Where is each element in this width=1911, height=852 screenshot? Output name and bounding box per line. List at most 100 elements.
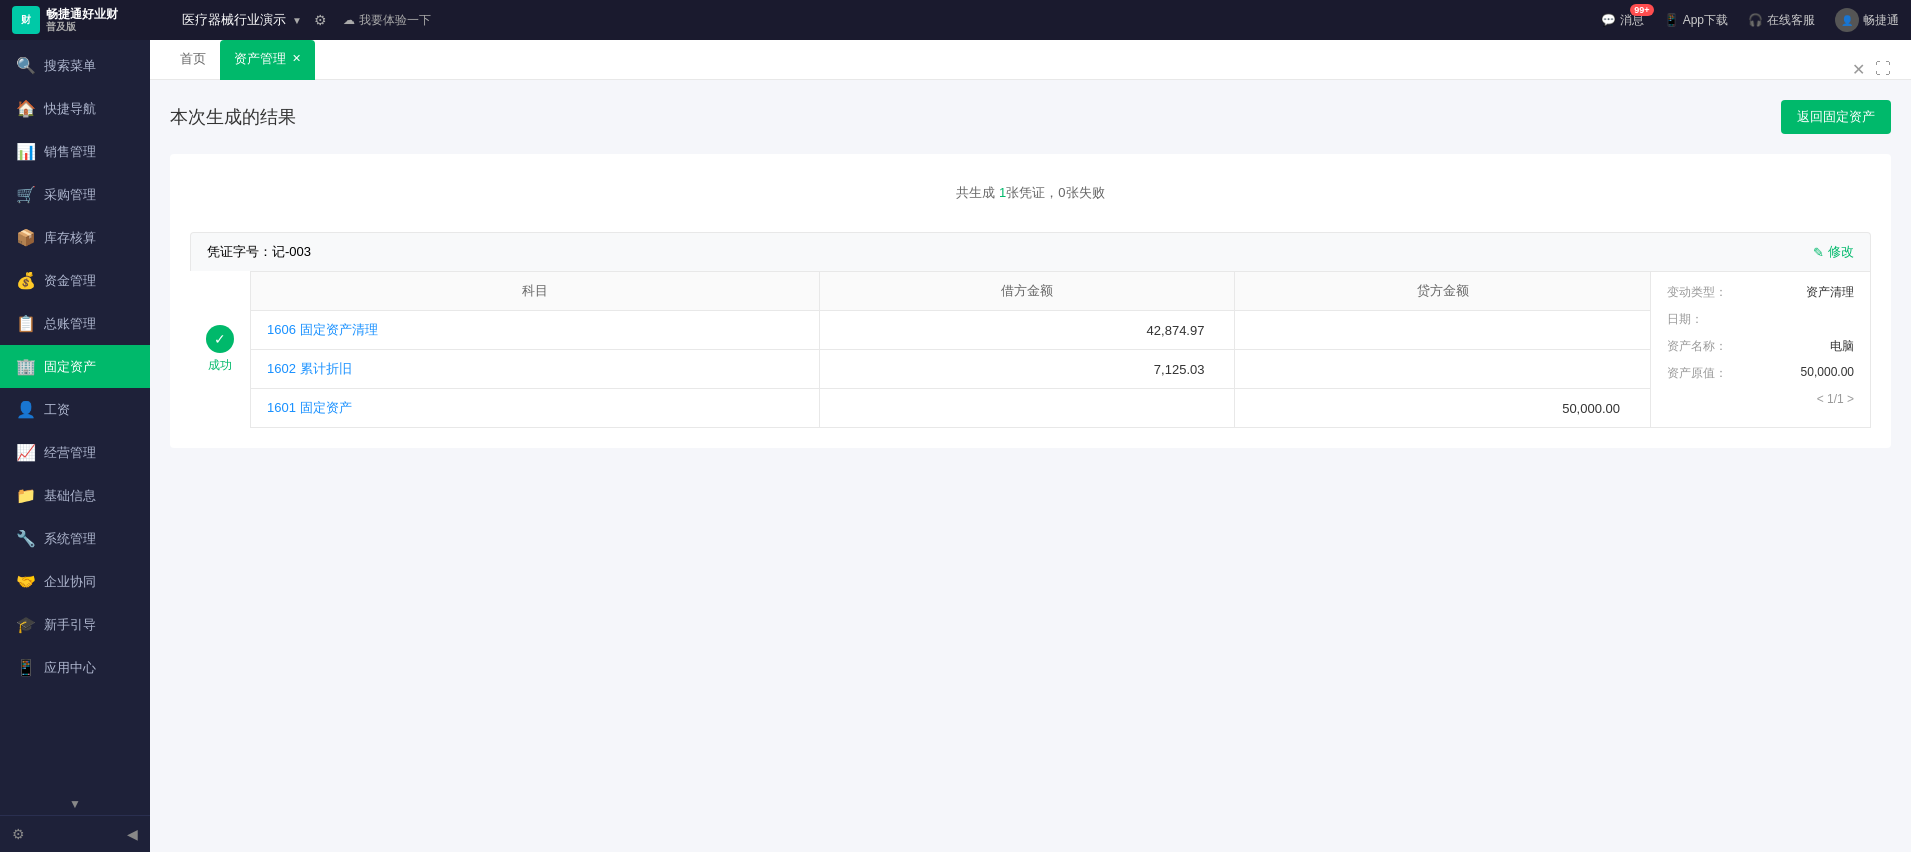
sidebar-item-ledger[interactable]: 📋 总账管理 — [0, 302, 150, 345]
sidebar-item-enterprise[interactable]: 🤝 企业协同 — [0, 560, 150, 603]
company-name: 医疗器械行业演示 — [182, 11, 286, 29]
company-selector[interactable]: 医疗器械行业演示 ▼ — [182, 11, 302, 29]
trial-button[interactable]: ☁ 我要体验一下 — [343, 12, 431, 29]
page-content: 本次生成的结果 返回固定资产 共生成 1张凭证，0张失败 凭证字号：记-003 … — [150, 80, 1911, 852]
building-icon: 🏢 — [16, 357, 34, 376]
pagination: < 1/1 > — [1667, 392, 1854, 406]
sidebar-scroll-down[interactable]: ▼ — [0, 793, 150, 815]
voucher-header: 凭证字号：记-003 ✎ 修改 — [190, 232, 1871, 271]
change-type-value: 资产清理 — [1806, 284, 1854, 301]
sidebar-item-guide[interactable]: 🎓 新手引导 — [0, 603, 150, 646]
close-panel-icon[interactable]: ✕ — [1852, 60, 1865, 79]
sidebar-label-fixed-assets: 固定资产 — [44, 358, 96, 376]
cell-credit-2 — [1235, 350, 1651, 389]
tab-home[interactable]: 首页 — [166, 40, 220, 80]
tab-home-label: 首页 — [180, 50, 206, 68]
pagination-text[interactable]: < 1/1 > — [1817, 392, 1854, 406]
graduate-icon: 🎓 — [16, 615, 34, 634]
sidebar-label-search: 搜索菜单 — [44, 57, 96, 75]
apps-icon: 📱 — [16, 658, 34, 677]
sidebar-label-ledger: 总账管理 — [44, 315, 96, 333]
success-icon: ✓ — [206, 325, 234, 353]
box-icon: 📦 — [16, 228, 34, 247]
sidebar-item-search[interactable]: 🔍 搜索菜单 — [0, 44, 150, 87]
message-badge: 99+ — [1630, 4, 1653, 16]
sidebar-menu: 🔍 搜索菜单 🏠 快捷导航 📊 销售管理 🛒 采购管理 📦 库存核算 💰 — [0, 40, 150, 793]
message-button[interactable]: 💬 消息 99+ — [1601, 12, 1644, 29]
sidebar-item-basic-info[interactable]: 📁 基础信息 — [0, 474, 150, 517]
user-area[interactable]: 👤 畅捷通 — [1835, 8, 1899, 32]
headset-icon: 🎧 — [1748, 13, 1763, 27]
asset-name-label: 资产名称： — [1667, 338, 1727, 355]
trial-label: 我要体验一下 — [359, 12, 431, 29]
sidebar-item-system[interactable]: 🔧 系统管理 — [0, 517, 150, 560]
asset-name-value: 电脑 — [1830, 338, 1854, 355]
col-debit: 借方金额 — [819, 272, 1235, 311]
collapse-icon[interactable]: ◀ — [127, 826, 138, 842]
tab-assets-mgmt[interactable]: 资产管理 ✕ — [220, 40, 315, 80]
app-download-button[interactable]: 📱 App下载 — [1664, 12, 1728, 29]
table-header-row: 科目 借方金额 贷方金额 — [251, 272, 1651, 311]
voucher-table: 科目 借方金额 贷方金额 1606 固定资产清理 42,874.97 — [250, 271, 1651, 428]
sidebar-item-operation[interactable]: 📈 经营管理 — [0, 431, 150, 474]
logo-title: 畅捷通好业财 — [46, 7, 118, 21]
main-layout: 🔍 搜索菜单 🏠 快捷导航 📊 销售管理 🛒 采购管理 📦 库存核算 💰 — [0, 40, 1911, 852]
date-label: 日期： — [1667, 311, 1703, 328]
sidebar-item-sales[interactable]: 📊 销售管理 — [0, 130, 150, 173]
person-icon: 👤 — [16, 400, 34, 419]
cloud-icon: ☁ — [343, 13, 355, 27]
row-with-status: ✓ 成功 科目 借方金额 贷方金额 — [190, 271, 1651, 428]
sidebar-footer: ⚙ ◀ — [0, 815, 150, 852]
sidebar-label-inventory: 库存核算 — [44, 229, 96, 247]
sidebar-item-finance[interactable]: 💰 资金管理 — [0, 259, 150, 302]
sidebar-label-operation: 经营管理 — [44, 444, 96, 462]
gear-icon[interactable]: ⚙ — [12, 826, 25, 842]
expand-panel-icon[interactable]: ⛶ — [1875, 60, 1891, 79]
sidebar-label-guide: 新手引导 — [44, 616, 96, 634]
online-service-label: 在线客服 — [1767, 12, 1815, 29]
sidebar-item-quick-nav[interactable]: 🏠 快捷导航 — [0, 87, 150, 130]
info-change-type: 变动类型： 资产清理 — [1667, 284, 1854, 301]
cell-debit-3 — [819, 389, 1235, 428]
sidebar-item-salary[interactable]: 👤 工资 — [0, 388, 150, 431]
online-service-button[interactable]: 🎧 在线客服 — [1748, 12, 1815, 29]
logo-area: 财 畅捷通好业财 普及版 — [12, 6, 162, 34]
page-title-row: 本次生成的结果 返回固定资产 — [170, 100, 1891, 134]
top-header: 财 畅捷通好业财 普及版 医疗器械行业演示 ▼ ⚙ ☁ 我要体验一下 💬 消息 … — [0, 0, 1911, 40]
edit-button[interactable]: ✎ 修改 — [1813, 243, 1854, 261]
table-main-area: ✓ 成功 科目 借方金额 贷方金额 — [190, 271, 1871, 428]
chevron-down-icon: ▼ — [292, 15, 302, 26]
info-date: 日期： — [1667, 311, 1854, 328]
return-button[interactable]: 返回固定资产 — [1781, 100, 1891, 134]
sidebar-item-purchase[interactable]: 🛒 采购管理 — [0, 173, 150, 216]
status-label: 成功 — [208, 357, 232, 374]
summary-text-mid: 张凭证， — [1006, 185, 1058, 200]
sidebar-label-sales: 销售管理 — [44, 143, 96, 161]
page-title: 本次生成的结果 — [170, 105, 296, 129]
info-original-value: 资产原值： 50,000.00 — [1667, 365, 1854, 382]
tabs-bar: 首页 资产管理 ✕ — [150, 40, 1911, 80]
sidebar-item-inventory[interactable]: 📦 库存核算 — [0, 216, 150, 259]
cell-debit-1: 42,874.97 — [819, 311, 1235, 350]
sidebar-label-enterprise: 企业协同 — [44, 573, 96, 591]
result-panel: 共生成 1张凭证，0张失败 凭证字号：记-003 ✎ 修改 — [170, 154, 1891, 448]
table-left: ✓ 成功 科目 借方金额 贷方金额 — [190, 271, 1651, 428]
cell-credit-3: 50,000.00 — [1235, 389, 1651, 428]
settings-icon[interactable]: ⚙ — [314, 12, 327, 28]
cell-subject-3: 1601 固定资产 — [251, 389, 820, 428]
avatar: 👤 — [1835, 8, 1859, 32]
voucher-number: 凭证字号：记-003 — [207, 243, 311, 261]
cell-credit-1 — [1235, 311, 1651, 350]
sidebar-item-fixed-assets[interactable]: 🏢 固定资产 — [0, 345, 150, 388]
summary-text-suffix: 张失败 — [1066, 185, 1105, 200]
cart-icon: 🛒 — [16, 185, 34, 204]
panel-controls: ✕ ⛶ — [1852, 60, 1891, 79]
side-info-panel: 变动类型： 资产清理 日期： 资产名称： 电脑 资产原值： — [1651, 271, 1871, 428]
tab-close-icon[interactable]: ✕ — [292, 52, 301, 65]
username: 畅捷通 — [1863, 12, 1899, 29]
info-asset-name: 资产名称： 电脑 — [1667, 338, 1854, 355]
table-row: 1601 固定资产 50,000.00 — [251, 389, 1651, 428]
message-icon: 💬 — [1601, 13, 1616, 27]
sidebar-item-app-center[interactable]: 📱 应用中心 — [0, 646, 150, 689]
cell-subject-2: 1602 累计折旧 — [251, 350, 820, 389]
